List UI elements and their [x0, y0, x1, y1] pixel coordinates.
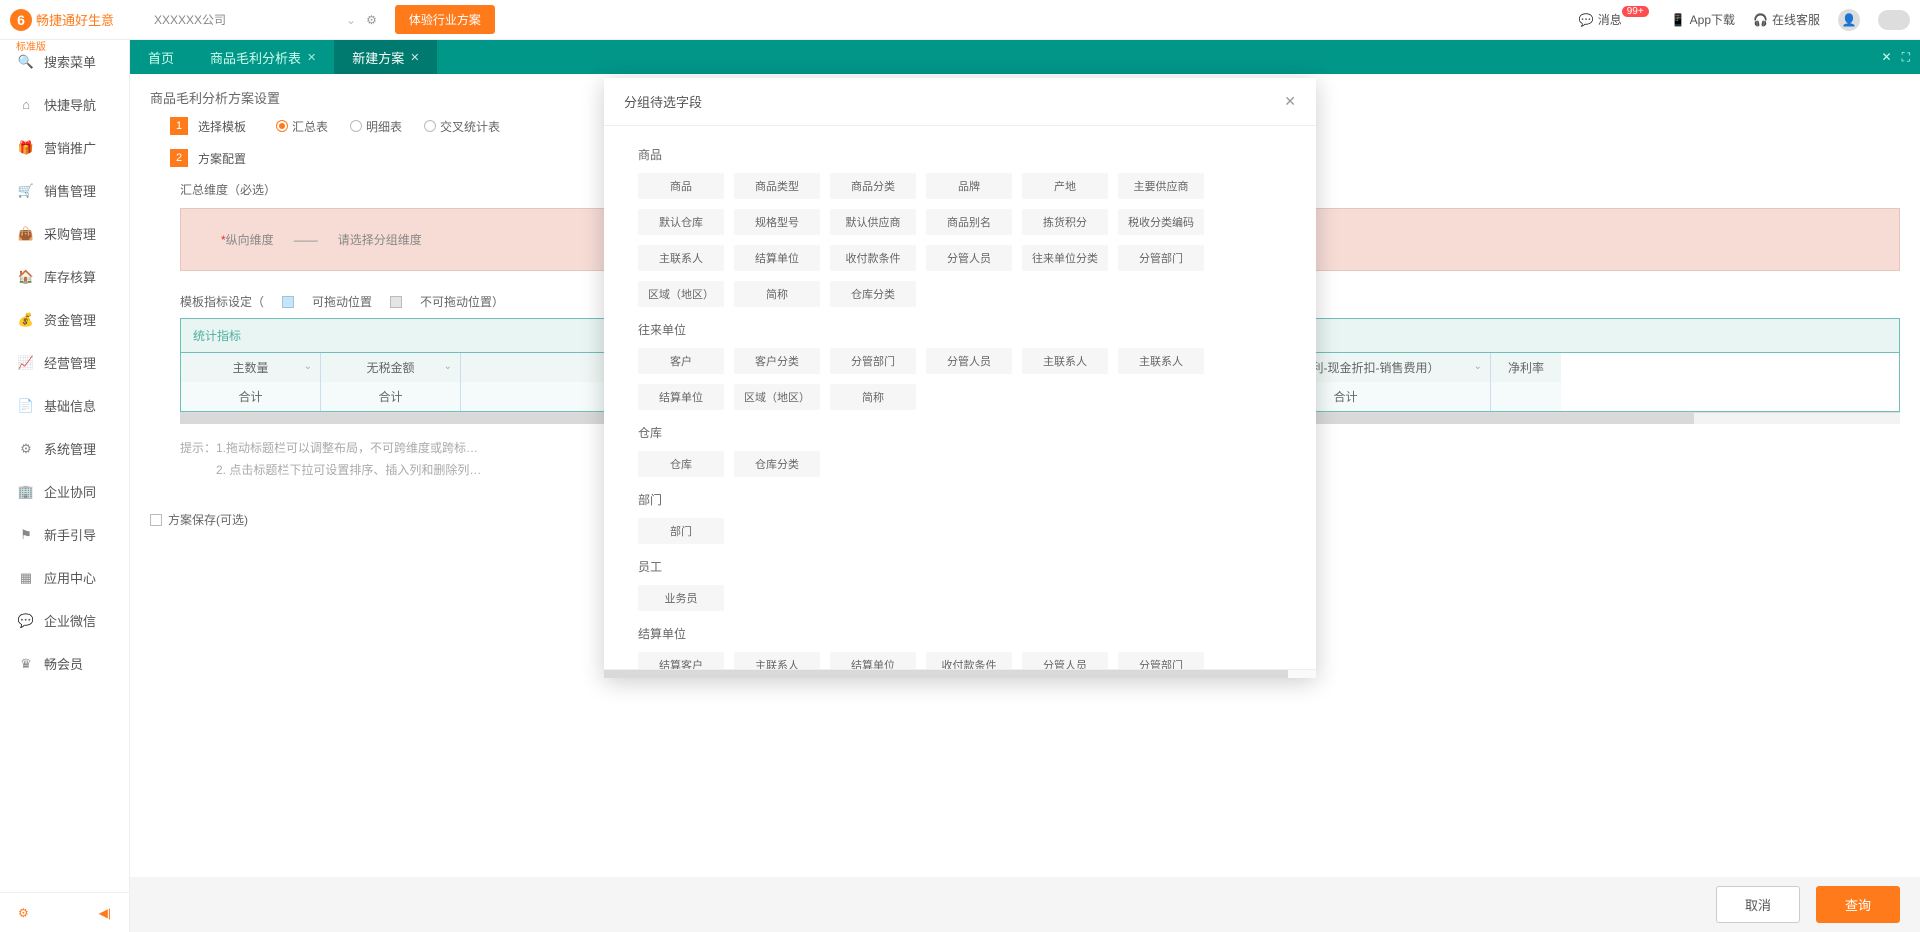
field-group: 结算单位结算客户主联系人结算单位收付款条件分管人员分管部门区域（地区）简称 — [638, 625, 1296, 669]
field-chip[interactable]: 结算单位 — [638, 384, 724, 410]
field-chip[interactable]: 区域（地区） — [734, 384, 820, 410]
field-chip[interactable]: 规格型号 — [734, 209, 820, 235]
modal-header: 分组待选字段 ✕ — [604, 78, 1316, 126]
field-chip[interactable]: 客户分类 — [734, 348, 820, 374]
field-chip[interactable]: 税收分类编码 — [1118, 209, 1204, 235]
field-chip[interactable]: 分管部门 — [830, 348, 916, 374]
field-chip[interactable]: 简称 — [830, 384, 916, 410]
field-chip[interactable]: 拣货积分 — [1022, 209, 1108, 235]
field-chip[interactable]: 商品类型 — [734, 173, 820, 199]
field-chip[interactable]: 简称 — [734, 281, 820, 307]
field-chip[interactable]: 分管部门 — [1118, 652, 1204, 669]
chips-row: 业务员 — [638, 585, 1296, 611]
field-chip[interactable]: 结算客户 — [638, 652, 724, 669]
field-chip[interactable]: 商品 — [638, 173, 724, 199]
field-group: 仓库仓库仓库分类 — [638, 424, 1296, 477]
field-chip[interactable]: 商品别名 — [926, 209, 1012, 235]
field-chip[interactable]: 主联系人 — [734, 652, 820, 669]
field-chip[interactable]: 主联系人 — [1022, 348, 1108, 374]
field-group-title: 员工 — [638, 558, 1296, 575]
field-group-title: 仓库 — [638, 424, 1296, 441]
field-chip[interactable]: 分管部门 — [1118, 245, 1204, 271]
field-chip[interactable]: 产地 — [1022, 173, 1108, 199]
field-chip[interactable]: 默认仓库 — [638, 209, 724, 235]
field-group: 往来单位客户客户分类分管部门分管人员主联系人主联系人结算单位区域（地区）简称 — [638, 321, 1296, 410]
field-chip[interactable]: 主联系人 — [1118, 348, 1204, 374]
field-chip[interactable]: 主联系人 — [638, 245, 724, 271]
field-chip[interactable]: 区域（地区） — [638, 281, 724, 307]
chips-row: 结算客户主联系人结算单位收付款条件分管人员分管部门区域（地区）简称 — [638, 652, 1296, 669]
field-chip[interactable]: 仓库 — [638, 451, 724, 477]
field-group: 员工业务员 — [638, 558, 1296, 611]
field-group: 部门部门 — [638, 491, 1296, 544]
field-group-title: 结算单位 — [638, 625, 1296, 642]
modal-title: 分组待选字段 — [624, 92, 702, 111]
chips-row: 部门 — [638, 518, 1296, 544]
field-chip[interactable]: 仓库分类 — [830, 281, 916, 307]
field-chip[interactable]: 收付款条件 — [830, 245, 916, 271]
field-chip[interactable]: 分管人员 — [926, 348, 1012, 374]
field-chip[interactable]: 商品分类 — [830, 173, 916, 199]
field-group: 商品商品商品类型商品分类品牌产地主要供应商默认仓库规格型号默认供应商商品别名拣货… — [638, 146, 1296, 307]
field-chip[interactable]: 结算单位 — [830, 652, 916, 669]
field-chip[interactable]: 主要供应商 — [1118, 173, 1204, 199]
chips-row: 客户客户分类分管部门分管人员主联系人主联系人结算单位区域（地区）简称 — [638, 348, 1296, 410]
field-chip[interactable]: 业务员 — [638, 585, 724, 611]
close-icon[interactable]: ✕ — [1284, 93, 1296, 110]
field-chip[interactable]: 分管人员 — [1022, 652, 1108, 669]
field-chip[interactable]: 仓库分类 — [734, 451, 820, 477]
field-group-title: 往来单位 — [638, 321, 1296, 338]
field-group-title: 商品 — [638, 146, 1296, 163]
field-chip[interactable]: 收付款条件 — [926, 652, 1012, 669]
field-picker-modal: 分组待选字段 ✕ 商品商品商品类型商品分类品牌产地主要供应商默认仓库规格型号默认… — [604, 78, 1316, 678]
field-chip[interactable]: 往来单位分类 — [1022, 245, 1108, 271]
field-chip[interactable]: 默认供应商 — [830, 209, 916, 235]
field-chip[interactable]: 客户 — [638, 348, 724, 374]
field-group-title: 部门 — [638, 491, 1296, 508]
modal-body: 商品商品商品类型商品分类品牌产地主要供应商默认仓库规格型号默认供应商商品别名拣货… — [604, 126, 1316, 669]
field-chip[interactable]: 部门 — [638, 518, 724, 544]
modal-hscrollbar[interactable] — [604, 669, 1316, 678]
field-chip[interactable]: 结算单位 — [734, 245, 820, 271]
field-chip[interactable]: 分管人员 — [926, 245, 1012, 271]
chips-row: 商品商品类型商品分类品牌产地主要供应商默认仓库规格型号默认供应商商品别名拣货积分… — [638, 173, 1296, 307]
field-chip[interactable]: 品牌 — [926, 173, 1012, 199]
chips-row: 仓库仓库分类 — [638, 451, 1296, 477]
